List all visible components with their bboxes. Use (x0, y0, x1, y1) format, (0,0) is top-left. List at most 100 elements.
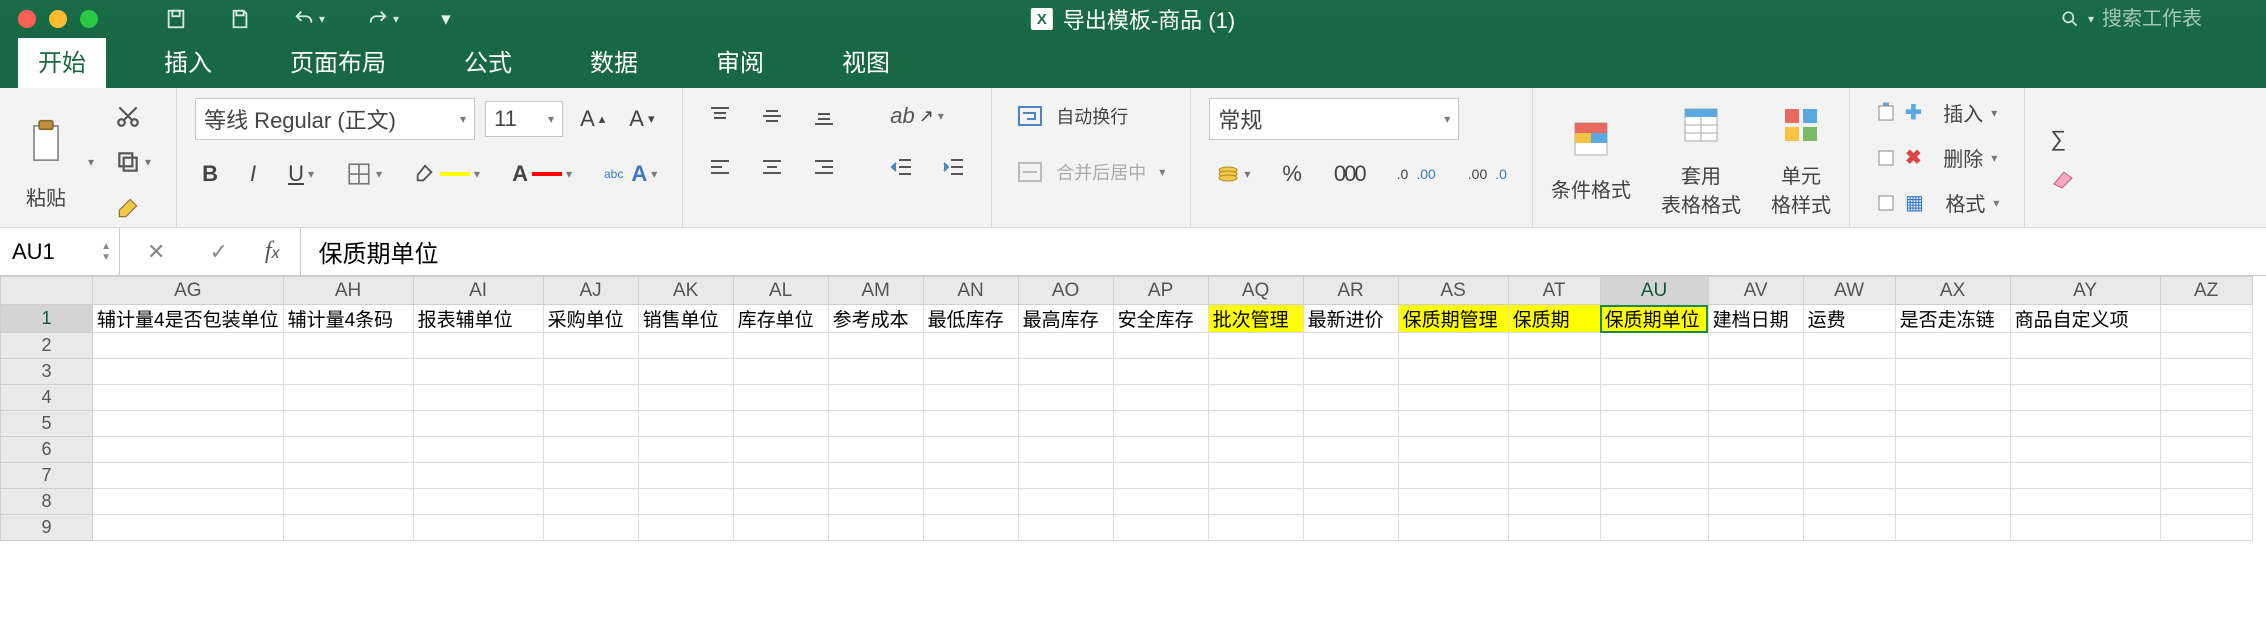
cell[interactable] (638, 359, 733, 385)
cell[interactable]: 最高库存 (1018, 305, 1113, 333)
cell[interactable] (1018, 489, 1113, 515)
cell[interactable] (923, 437, 1018, 463)
borders-button[interactable]: ▾ (339, 156, 389, 192)
cell[interactable]: 安全库存 (1113, 305, 1208, 333)
col-header-AY[interactable]: AY (2010, 277, 2160, 305)
comma-format-button[interactable]: 000 (1327, 156, 1372, 192)
cell[interactable] (733, 515, 828, 541)
col-header-AM[interactable]: AM (828, 277, 923, 305)
select-all-corner[interactable] (1, 277, 93, 305)
cell[interactable] (1600, 463, 1708, 489)
cell[interactable] (1708, 333, 1803, 359)
save-as-button[interactable] (158, 3, 194, 35)
cell[interactable] (1803, 437, 1895, 463)
cell[interactable] (1113, 385, 1208, 411)
cell[interactable] (2010, 489, 2160, 515)
cell[interactable] (1208, 515, 1303, 541)
col-header-AP[interactable]: AP (1113, 277, 1208, 305)
phonetic-button[interactable]: abcA▾ (597, 156, 664, 192)
cell[interactable] (93, 333, 284, 359)
cell[interactable] (1398, 489, 1508, 515)
cell[interactable]: 保质期管理 (1398, 305, 1508, 333)
cell[interactable] (1708, 515, 1803, 541)
insert-cells-button[interactable]: ✚ 插入▾ (1868, 93, 2007, 132)
cell[interactable] (1208, 411, 1303, 437)
cell[interactable] (2010, 385, 2160, 411)
cell[interactable]: 参考成本 (828, 305, 923, 333)
align-middle-button[interactable] (753, 99, 791, 133)
cell[interactable] (1208, 489, 1303, 515)
fx-icon[interactable]: fx (265, 238, 280, 265)
cell[interactable] (638, 333, 733, 359)
cell[interactable] (1895, 385, 2010, 411)
cell[interactable] (1208, 359, 1303, 385)
fill-color-button[interactable]: ▾ (407, 158, 487, 190)
cell[interactable] (638, 489, 733, 515)
col-header-AO[interactable]: AO (1018, 277, 1113, 305)
minimize-window-button[interactable] (49, 10, 67, 28)
row-header-6[interactable]: 6 (1, 437, 93, 463)
cell[interactable] (413, 437, 543, 463)
cell[interactable] (283, 359, 413, 385)
cell[interactable] (2010, 515, 2160, 541)
cell[interactable] (1018, 411, 1113, 437)
cell[interactable] (1508, 385, 1600, 411)
col-header-AI[interactable]: AI (413, 277, 543, 305)
cell[interactable] (543, 385, 638, 411)
paste-button[interactable] (18, 114, 74, 172)
cell[interactable] (1303, 463, 1398, 489)
cell[interactable] (828, 411, 923, 437)
cell[interactable] (543, 489, 638, 515)
cell[interactable] (923, 411, 1018, 437)
align-right-button[interactable] (805, 150, 843, 184)
cell[interactable] (2160, 333, 2252, 359)
col-header-AJ[interactable]: AJ (543, 277, 638, 305)
increase-font-button[interactable]: A▴ (573, 101, 612, 137)
cell[interactable] (1895, 411, 2010, 437)
cell[interactable] (2160, 463, 2252, 489)
tab-视图[interactable]: 视图 (822, 33, 910, 88)
delete-cells-button[interactable]: ✖ 删除▾ (1868, 138, 2007, 177)
cell[interactable] (1208, 333, 1303, 359)
cell[interactable] (1708, 463, 1803, 489)
cell[interactable] (828, 437, 923, 463)
cell[interactable] (733, 359, 828, 385)
cell[interactable] (1600, 411, 1708, 437)
cell[interactable] (828, 515, 923, 541)
enter-formula-button[interactable]: ✓ (202, 234, 234, 270)
accounting-format-button[interactable]: ▾ (1209, 159, 1257, 189)
cell[interactable] (1895, 463, 2010, 489)
cell[interactable] (2160, 411, 2252, 437)
col-header-AL[interactable]: AL (733, 277, 828, 305)
formula-input[interactable]: 保质期单位 (300, 228, 2266, 275)
tab-公式[interactable]: 公式 (444, 33, 532, 88)
cell[interactable] (1113, 437, 1208, 463)
cell[interactable] (283, 489, 413, 515)
zoom-window-button[interactable] (80, 10, 98, 28)
cell[interactable] (638, 463, 733, 489)
cell[interactable]: 最低库存 (923, 305, 1018, 333)
cell[interactable] (1803, 515, 1895, 541)
cell[interactable] (828, 385, 923, 411)
cell[interactable] (733, 411, 828, 437)
cell[interactable] (1303, 359, 1398, 385)
cell[interactable] (923, 515, 1018, 541)
copy-button[interactable]: ▾ (108, 144, 158, 180)
cell[interactable] (1600, 489, 1708, 515)
cell[interactable] (1803, 333, 1895, 359)
cell[interactable] (1600, 437, 1708, 463)
cell[interactable] (1398, 385, 1508, 411)
col-header-AK[interactable]: AK (638, 277, 733, 305)
cell[interactable] (413, 333, 543, 359)
align-bottom-button[interactable] (805, 99, 843, 133)
cell[interactable] (1508, 333, 1600, 359)
cell[interactable] (1895, 437, 2010, 463)
cell[interactable] (733, 489, 828, 515)
redo-button[interactable]: ▾ (360, 3, 406, 35)
tab-页面布局[interactable]: 页面布局 (270, 33, 406, 88)
cell[interactable] (93, 515, 284, 541)
cell[interactable] (1303, 437, 1398, 463)
row-header-5[interactable]: 5 (1, 411, 93, 437)
cell[interactable] (1508, 411, 1600, 437)
format-painter-button[interactable] (108, 190, 158, 226)
